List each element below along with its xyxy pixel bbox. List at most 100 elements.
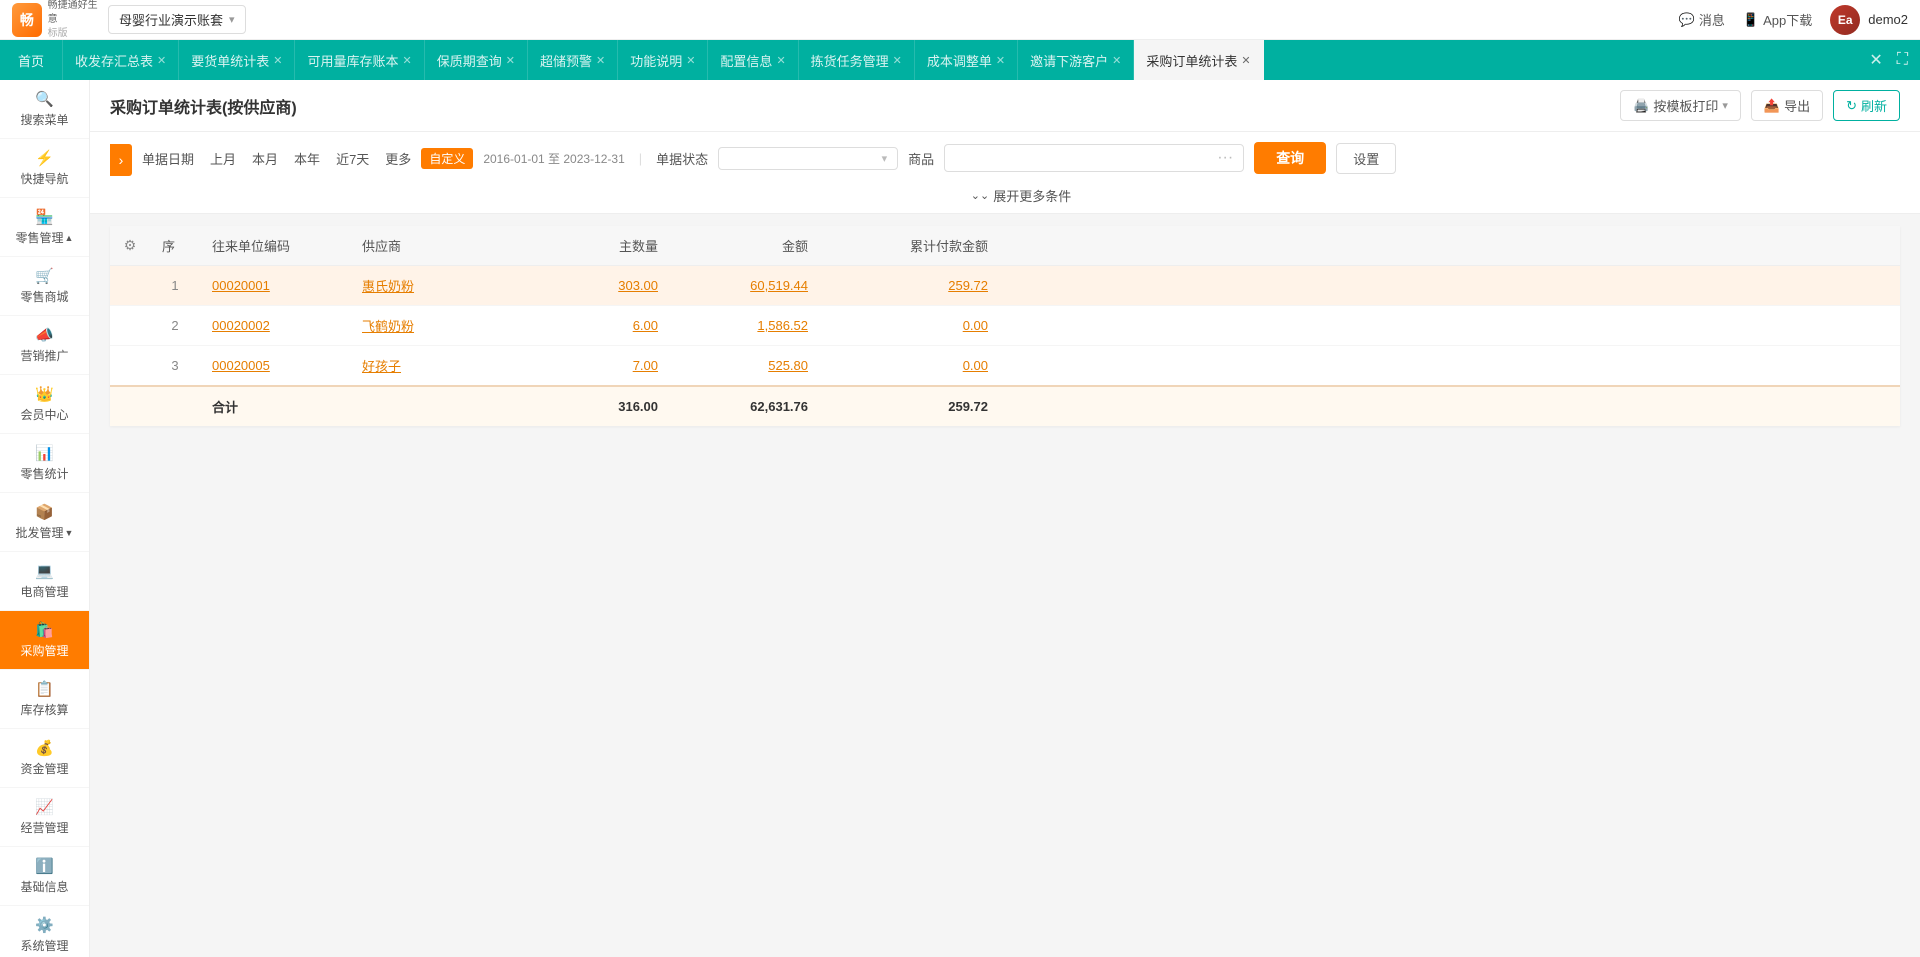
table-row: 2 00020002 飞鹤奶粉 6.00 1,586.52 0.00 <box>110 306 1900 346</box>
row3-seq: 3 <box>150 346 200 387</box>
row1-code[interactable]: 00020001 <box>200 266 350 306</box>
download-icon: 📱 <box>1743 12 1759 28</box>
row1-settings <box>110 266 150 306</box>
close-icon[interactable]: ✕ <box>1112 54 1121 67</box>
status-label: 单据状态 <box>656 149 708 168</box>
row1-paid[interactable]: 259.72 <box>820 266 1000 306</box>
sidebar-item-ecommerce[interactable]: 💻 电商管理 <box>0 552 89 611</box>
workspace-selector[interactable]: 母婴行业演示账套 ▾ <box>108 5 246 34</box>
row3-qty[interactable]: 7.00 <box>550 346 670 387</box>
row3-supplier[interactable]: 好孩子 <box>350 346 550 387</box>
row3-paid[interactable]: 0.00 <box>820 346 1000 387</box>
shortcut-7days[interactable]: 近7天 <box>330 147 375 170</box>
nav-tabs: 首页 收发存汇总表 ✕ 要货单统计表 ✕ 可用量库存账本 ✕ 保质期查询 ✕ 超… <box>0 40 1920 80</box>
tab-jianhuo[interactable]: 拣货任务管理 ✕ <box>799 40 915 80</box>
sidebar-item-retail-mall[interactable]: 🛒 零售商城 <box>0 257 89 316</box>
shortcut-more[interactable]: 更多 <box>379 147 417 170</box>
tab-caigou-active[interactable]: 采购订单统计表 ✕ <box>1134 40 1263 80</box>
sidebar-search-btn[interactable]: 🔍 搜索菜单 <box>0 80 89 139</box>
query-btn[interactable]: 查询 <box>1254 142 1326 174</box>
tab-peizhi[interactable]: 配置信息 ✕ <box>708 40 798 80</box>
goods-label: 商品 <box>908 149 934 168</box>
close-icon[interactable]: ✕ <box>686 54 695 67</box>
sidebar-item-wholesale[interactable]: 📦 批发管理 ▼ <box>0 493 89 552</box>
tab-yaohuo[interactable]: 要货单统计表 ✕ <box>179 40 295 80</box>
tab-baozhi[interactable]: 保质期查询 ✕ <box>425 40 528 80</box>
close-icon[interactable]: ✕ <box>157 54 166 67</box>
tab-chaochu[interactable]: 超储预警 ✕ <box>528 40 618 80</box>
tab-home[interactable]: 首页 <box>0 40 63 80</box>
shortcut-this-year[interactable]: 本年 <box>288 147 326 170</box>
row2-paid[interactable]: 0.00 <box>820 306 1000 346</box>
sidebar-item-retail-mgmt[interactable]: 🏪 零售管理 ▲ <box>0 198 89 257</box>
sidebar-item-retail-stats[interactable]: 📊 零售统计 <box>0 434 89 493</box>
col-settings-header[interactable]: ⚙ <box>110 226 150 266</box>
sidebar-item-inventory[interactable]: 📋 库存核算 <box>0 670 89 729</box>
table-row: 1 00020001 惠氏奶粉 303.00 60,519.44 259.72 <box>110 266 1900 306</box>
date-range-display: 2016-01-01 至 2023-12-31 <box>483 150 624 167</box>
close-icon[interactable]: ✕ <box>893 54 902 67</box>
sidebar-item-basic[interactable]: ℹ️ 基础信息 <box>0 847 89 906</box>
sidebar-item-operations[interactable]: 📈 经营管理 <box>0 788 89 847</box>
close-icon[interactable]: ✕ <box>596 54 605 67</box>
table-area: ⚙ 序 往来单位编码 供应商 主数量 金额 累计付款金额 <box>90 214 1920 957</box>
refresh-btn[interactable]: ↻ 刷新 <box>1833 90 1900 121</box>
goods-more-icon: ··· <box>1217 149 1233 167</box>
row3-amount[interactable]: 525.80 <box>670 346 820 387</box>
close-icon[interactable]: ✕ <box>506 54 515 67</box>
filter-toggle-btn[interactable]: › <box>110 144 132 176</box>
sidebar-item-marketing[interactable]: 📣 营销推广 <box>0 316 89 375</box>
content-area: 采购订单统计表(按供应商) 🖨️ 按模板打印 ▾ 📤 导出 ↻ 刷新 <box>90 80 1920 957</box>
logo-area: 畅 畅捷通好生意 标版 <box>12 0 100 41</box>
close-icon[interactable]: ✕ <box>403 54 412 67</box>
footer-supplier <box>350 386 550 426</box>
row2-qty[interactable]: 6.00 <box>550 306 670 346</box>
sidebar-item-finance[interactable]: 💰 资金管理 <box>0 729 89 788</box>
close-icon[interactable]: ✕ <box>273 54 282 67</box>
tab-shoufacun[interactable]: 收发存汇总表 ✕ <box>63 40 179 80</box>
user-area[interactable]: Ea demo2 <box>1830 5 1908 35</box>
row2-code[interactable]: 00020002 <box>200 306 350 346</box>
tab-gongneng[interactable]: 功能说明 ✕ <box>618 40 708 80</box>
row2-supplier[interactable]: 飞鹤奶粉 <box>350 306 550 346</box>
expand-more-btn[interactable]: ⌄⌄ 展开更多条件 <box>142 180 1900 213</box>
close-icon[interactable]: ✕ <box>996 54 1005 67</box>
workspace-name: 母婴行业演示账套 <box>119 10 223 29</box>
sidebar-item-member[interactable]: 👑 会员中心 <box>0 375 89 434</box>
row2-extra <box>1000 306 1900 346</box>
sidebar-item-quicknav[interactable]: ⚡ 快捷导航 <box>0 139 89 198</box>
tab-yaoqing[interactable]: 邀请下游客户 ✕ <box>1018 40 1134 80</box>
tab-keyong[interactable]: 可用量库存账本 ✕ <box>295 40 424 80</box>
col-empty-header <box>1000 226 1900 266</box>
logo-icon: 畅 <box>12 3 42 37</box>
col-qty-header: 主数量 <box>550 226 670 266</box>
row1-qty[interactable]: 303.00 <box>550 266 670 306</box>
print-btn[interactable]: 🖨️ 按模板打印 ▾ <box>1620 90 1741 121</box>
tab-expand-icon[interactable]: ⛶ <box>1893 47 1912 73</box>
ecommerce-icon: 💻 <box>35 562 54 580</box>
sidebar-item-system[interactable]: ⚙️ 系统管理 <box>0 906 89 957</box>
settings-btn[interactable]: 设置 <box>1336 143 1396 174</box>
row1-supplier[interactable]: 惠氏奶粉 <box>350 266 550 306</box>
tab-chengben[interactable]: 成本调整单 ✕ <box>915 40 1018 80</box>
export-btn[interactable]: 📤 导出 <box>1751 90 1823 121</box>
col-amount-header: 金额 <box>670 226 820 266</box>
goods-input[interactable]: ··· <box>944 144 1244 172</box>
shortcut-last-month[interactable]: 上月 <box>204 147 242 170</box>
system-icon: ⚙️ <box>35 916 54 934</box>
row1-seq: 1 <box>150 266 200 306</box>
row3-code[interactable]: 00020005 <box>200 346 350 387</box>
footer-amount: 62,631.76 <box>670 386 820 426</box>
close-icon[interactable]: ✕ <box>776 54 785 67</box>
custom-date-badge[interactable]: 自定义 <box>421 148 473 169</box>
row2-amount[interactable]: 1,586.52 <box>670 306 820 346</box>
col-paid-header: 累计付款金额 <box>820 226 1000 266</box>
tab-close-all-icon[interactable]: ✕ <box>1865 46 1886 74</box>
status-select[interactable]: ▾ <box>718 147 898 170</box>
row1-amount[interactable]: 60,519.44 <box>670 266 820 306</box>
close-icon[interactable]: ✕ <box>1241 54 1250 67</box>
shortcut-this-month[interactable]: 本月 <box>246 147 284 170</box>
app-download-btn[interactable]: 📱 App下载 <box>1743 10 1812 29</box>
message-btn[interactable]: 💬 消息 <box>1679 10 1725 29</box>
sidebar-item-purchase[interactable]: 🛍️ 采购管理 <box>0 611 89 670</box>
